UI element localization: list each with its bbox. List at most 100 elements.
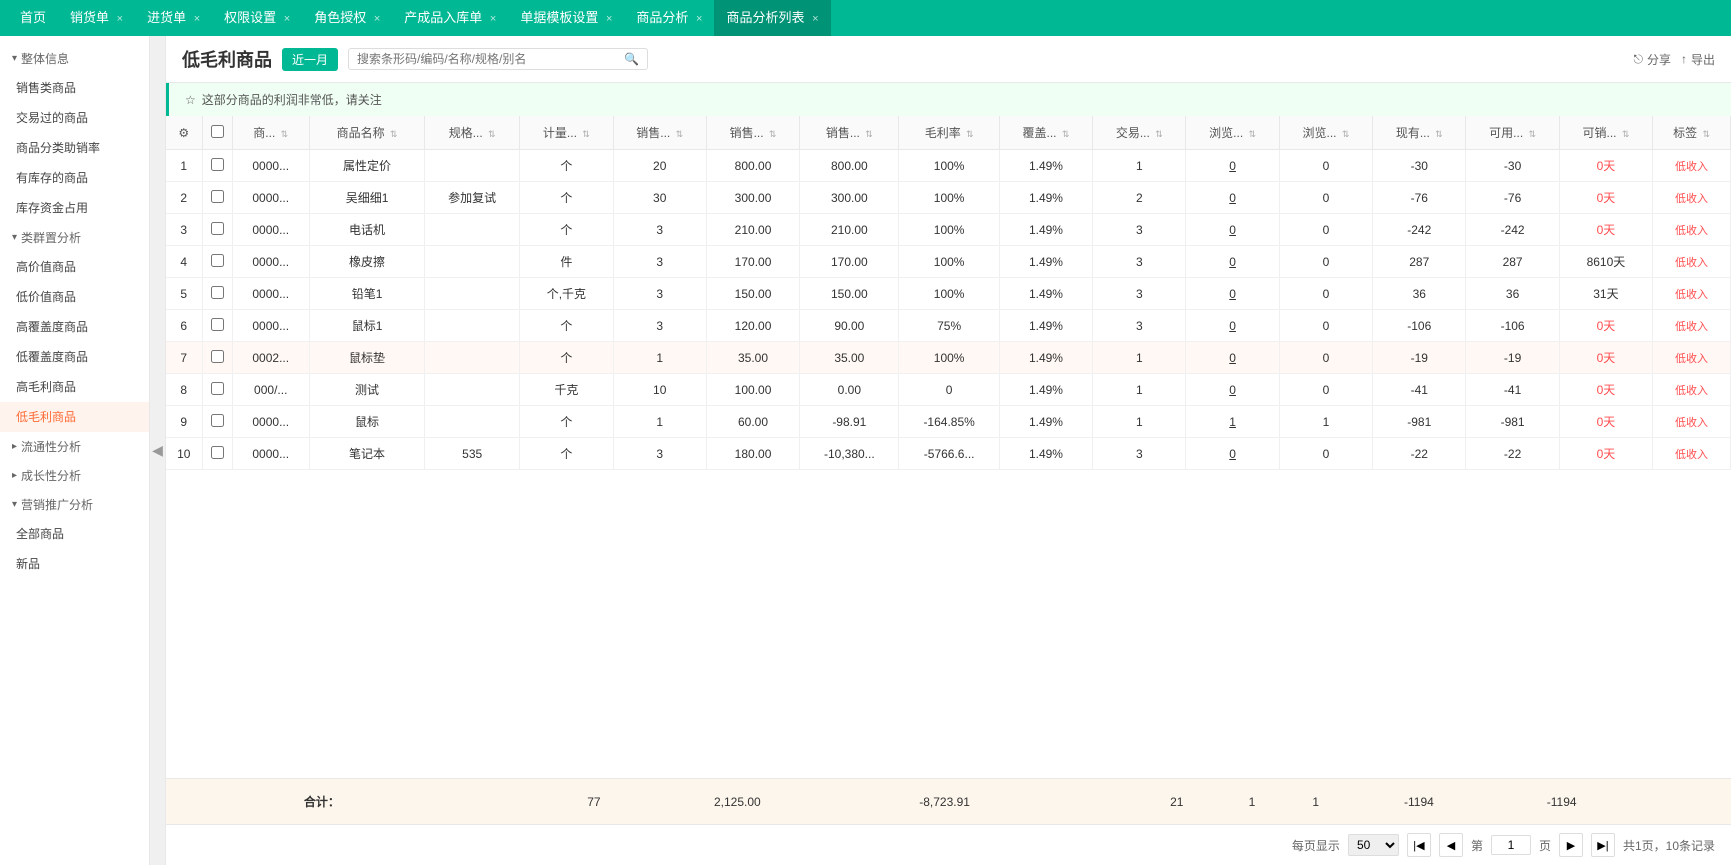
close-icon[interactable]: × xyxy=(490,13,496,25)
col-sales-price[interactable]: 销售... ⇅ xyxy=(706,116,799,150)
row-select-checkbox[interactable] xyxy=(211,414,224,427)
col-available[interactable]: 可用... ⇅ xyxy=(1466,116,1559,150)
row-view1[interactable]: 0 xyxy=(1186,150,1279,182)
row-select-checkbox[interactable] xyxy=(211,190,224,203)
sidebar-group-general[interactable]: ▾ 整体信息 xyxy=(0,44,149,73)
page-number-input[interactable] xyxy=(1491,835,1531,855)
col-code[interactable]: 商... ⇅ xyxy=(232,116,309,150)
row-checkbox[interactable] xyxy=(202,438,232,470)
sidebar-item-new-products[interactable]: 新品 xyxy=(0,549,149,579)
row-view1[interactable]: 0 xyxy=(1186,438,1279,470)
col-tag[interactable]: 标签 ⇅ xyxy=(1653,116,1731,150)
row-checkbox[interactable] xyxy=(202,182,232,214)
col-unit[interactable]: 计量... ⇅ xyxy=(520,116,613,150)
sidebar-group-cluster[interactable]: ▾ 类群置分析 xyxy=(0,223,149,252)
close-icon[interactable]: × xyxy=(374,13,380,25)
row-sales-price: 60.00 xyxy=(706,406,799,438)
row-select-checkbox[interactable] xyxy=(211,382,224,395)
row-view1[interactable]: 0 xyxy=(1186,342,1279,374)
nav-template-settings[interactable]: 单据模板设置 × xyxy=(508,0,624,36)
row-checkbox[interactable] xyxy=(202,278,232,310)
sidebar-item-low-coverage[interactable]: 低覆盖度商品 xyxy=(0,342,149,372)
row-view1[interactable]: 0 xyxy=(1186,278,1279,310)
row-checkbox[interactable] xyxy=(202,214,232,246)
col-sales-amount[interactable]: 销售... ⇅ xyxy=(800,116,899,150)
col-checkbox[interactable] xyxy=(202,116,232,150)
total-cell: 2,125.00 xyxy=(637,787,837,816)
col-view2[interactable]: 浏览... ⇅ xyxy=(1279,116,1372,150)
row-checkbox[interactable] xyxy=(202,246,232,278)
row-view1[interactable]: 0 xyxy=(1186,214,1279,246)
close-icon[interactable]: × xyxy=(284,13,290,25)
export-button[interactable]: ↑ 导出 xyxy=(1681,51,1715,68)
row-checkbox[interactable] xyxy=(202,374,232,406)
sidebar-item-in-stock[interactable]: 有库存的商品 xyxy=(0,163,149,193)
nav-product-analysis-list[interactable]: 商品分析列表 × xyxy=(714,0,830,36)
col-settings[interactable]: ⚙ xyxy=(166,116,202,150)
col-view1[interactable]: 浏览... ⇅ xyxy=(1186,116,1279,150)
sidebar-item-high-coverage[interactable]: 高覆盖度商品 xyxy=(0,312,149,342)
close-icon[interactable]: × xyxy=(696,13,702,25)
sidebar-item-high-value[interactable]: 高价值商品 xyxy=(0,252,149,282)
col-sales-qty[interactable]: 销售... ⇅ xyxy=(613,116,706,150)
col-name[interactable]: 商品名称 ⇅ xyxy=(309,116,424,150)
row-select-checkbox[interactable] xyxy=(211,446,224,459)
sidebar-item-all-products[interactable]: 全部商品 xyxy=(0,519,149,549)
row-checkbox[interactable] xyxy=(202,342,232,374)
sidebar-item-low-value[interactable]: 低价值商品 xyxy=(0,282,149,312)
row-unit: 个,千克 xyxy=(520,278,613,310)
col-spec[interactable]: 规格... ⇅ xyxy=(425,116,520,150)
page-next-button[interactable]: ▶ xyxy=(1559,833,1583,857)
row-select-checkbox[interactable] xyxy=(211,158,224,171)
close-icon[interactable]: × xyxy=(117,13,123,25)
close-icon[interactable]: × xyxy=(812,13,818,25)
sidebar-collapse-button[interactable]: ◀ xyxy=(150,36,166,865)
page-last-button[interactable]: ▶| xyxy=(1591,833,1615,857)
row-view1[interactable]: 0 xyxy=(1186,374,1279,406)
col-sellable[interactable]: 可销... ⇅ xyxy=(1559,116,1652,150)
nav-product-analysis[interactable]: 商品分析 × xyxy=(624,0,714,36)
page-first-button[interactable]: |◀ xyxy=(1407,833,1431,857)
sidebar-item-category-sales[interactable]: 商品分类助销率 xyxy=(0,133,149,163)
close-icon[interactable]: × xyxy=(606,13,612,25)
nav-purchase-order[interactable]: 进货单 × xyxy=(135,0,212,36)
search-input[interactable] xyxy=(357,52,624,66)
row-select-checkbox[interactable] xyxy=(211,350,224,363)
row-checkbox[interactable] xyxy=(202,406,232,438)
row-checkbox[interactable] xyxy=(202,150,232,182)
row-view1[interactable]: 1 xyxy=(1186,406,1279,438)
sidebar-group-growth[interactable]: ▸ 成长性分析 xyxy=(0,461,149,490)
sidebar-item-low-margin[interactable]: 低毛利商品 xyxy=(0,402,149,432)
col-current-stock[interactable]: 现有... ⇅ xyxy=(1373,116,1466,150)
nav-permission-settings[interactable]: 权限设置 × xyxy=(212,0,302,36)
row-select-checkbox[interactable] xyxy=(211,286,224,299)
col-trade[interactable]: 交易... ⇅ xyxy=(1093,116,1186,150)
sidebar-item-sales-products[interactable]: 销售类商品 xyxy=(0,73,149,103)
row-select-checkbox[interactable] xyxy=(211,222,224,235)
row-view1[interactable]: 0 xyxy=(1186,182,1279,214)
sidebar-item-capital[interactable]: 库存资金占用 xyxy=(0,193,149,223)
row-view1[interactable]: 0 xyxy=(1186,246,1279,278)
nav-role-auth[interactable]: 角色授权 × xyxy=(302,0,392,36)
nav-product-inbound[interactable]: 产成品入库单 × xyxy=(392,0,508,36)
sidebar-group-liquidity[interactable]: ▸ 流通性分析 xyxy=(0,432,149,461)
row-select-checkbox[interactable] xyxy=(211,318,224,331)
row-checkbox[interactable] xyxy=(202,310,232,342)
per-page-select[interactable]: 20 50 100 xyxy=(1348,834,1399,856)
row-view1[interactable]: 0 xyxy=(1186,310,1279,342)
sidebar-group-marketing[interactable]: ▾ 营销推广分析 xyxy=(0,490,149,519)
row-available: -30 xyxy=(1466,150,1559,182)
nav-home[interactable]: 首页 xyxy=(8,0,58,36)
sidebar-item-traded-products[interactable]: 交易过的商品 xyxy=(0,103,149,133)
nav-sales-order[interactable]: 销货单 × xyxy=(58,0,135,36)
row-select-checkbox[interactable] xyxy=(211,254,224,267)
select-all-checkbox[interactable] xyxy=(211,125,224,138)
filter-button[interactable]: 近一月 xyxy=(282,48,338,71)
close-icon[interactable]: × xyxy=(194,13,200,25)
share-button[interactable]: ⎋ 分享 xyxy=(1633,51,1671,68)
search-icon[interactable]: 🔍 xyxy=(624,52,639,66)
col-gross-margin[interactable]: 毛利率 ⇅ xyxy=(899,116,999,150)
col-coverage[interactable]: 覆盖... ⇅ xyxy=(999,116,1092,150)
sidebar-item-high-margin[interactable]: 高毛利商品 xyxy=(0,372,149,402)
page-prev-button[interactable]: ◀ xyxy=(1439,833,1463,857)
